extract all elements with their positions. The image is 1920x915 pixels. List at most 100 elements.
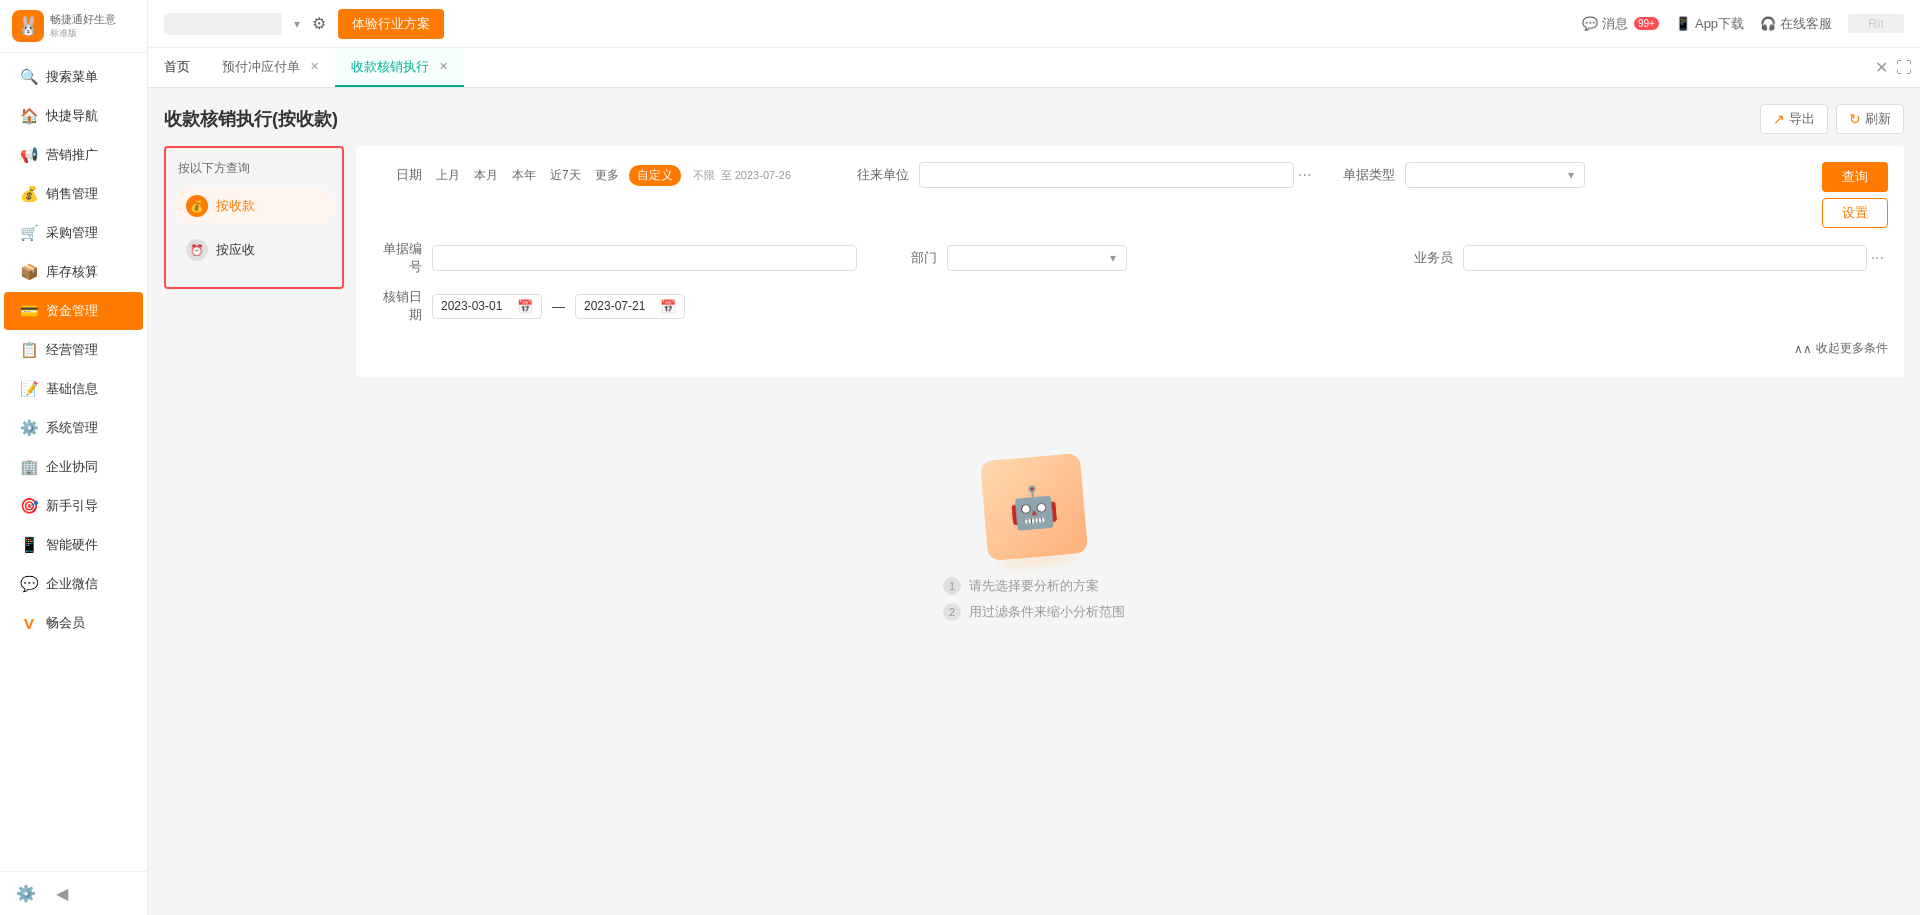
sidebar-item-vip[interactable]: V 畅会员 xyxy=(4,604,143,642)
service-icon: 🎧 xyxy=(1760,16,1776,31)
collapse-label: 收起更多条件 xyxy=(1816,340,1888,357)
dept-dropdown-icon: ▾ xyxy=(1110,251,1116,265)
topbar-dropdown-icon[interactable]: ▾ xyxy=(294,17,300,31)
online-service-button[interactable]: 🎧 在线客服 xyxy=(1760,15,1832,33)
refresh-button[interactable]: ↻ 刷新 xyxy=(1836,104,1904,134)
app-download-label: App下载 xyxy=(1695,15,1744,33)
collapse-sidebar-icon[interactable]: ◀ xyxy=(56,884,68,903)
receipt-option-icon: 💰 xyxy=(186,195,208,217)
logo-text-block: 畅捷通好生意 标准版 xyxy=(50,12,116,39)
topbar-gear-icon[interactable]: ⚙ xyxy=(312,14,326,33)
app-download-button[interactable]: 📱 App下载 xyxy=(1675,15,1744,33)
message-icon: 💬 xyxy=(1582,16,1598,31)
calendar-start-icon: 📅 xyxy=(517,299,533,314)
tab-writeoff-close-icon[interactable]: ✕ xyxy=(439,60,448,73)
empty-tip-1: 1 请先选择要分析的方案 xyxy=(943,577,1125,595)
sidebar-item-inventory[interactable]: 📦 库存核算 xyxy=(4,253,143,291)
user-avatar[interactable]: Rit xyxy=(1848,14,1904,33)
tab-writeoff[interactable]: 收款核销执行 ✕ xyxy=(335,48,464,87)
export-button[interactable]: ↗ 导出 xyxy=(1760,104,1828,134)
message-button[interactable]: 💬 消息 99+ xyxy=(1582,15,1659,33)
tip-num-2: 2 xyxy=(943,603,961,621)
topbar-search-placeholder xyxy=(164,13,282,35)
empty-tip-2-text: 用过滤条件来缩小分析范围 xyxy=(969,603,1125,621)
date-last-month[interactable]: 上月 xyxy=(432,165,464,186)
topbar: ▾ ⚙ 体验行业方案 💬 消息 99+ 📱 App下载 🎧 在线客服 Rit xyxy=(148,0,1920,48)
counterpart-dots-icon[interactable]: ··· xyxy=(1294,166,1315,184)
sidebar-item-label: 资金管理 xyxy=(46,302,98,320)
collapse-more-conditions-button[interactable]: ∧∧ 收起更多条件 xyxy=(372,336,1888,361)
empty-illustration: 🤖 xyxy=(980,453,1088,561)
logo-icon: 🐰 xyxy=(12,10,44,42)
query-button[interactable]: 查询 xyxy=(1822,162,1888,192)
sidebar-item-system[interactable]: ⚙️ 系统管理 xyxy=(4,409,143,447)
salesperson-input[interactable] xyxy=(1463,245,1867,271)
industry-solution-button[interactable]: 体验行业方案 xyxy=(338,9,444,39)
tab-prepay-label: 预付冲应付单 xyxy=(222,58,300,76)
finance-icon: 💳 xyxy=(20,302,38,320)
filter-option-by-receivable[interactable]: ⏰ 按应收 xyxy=(174,231,334,269)
inventory-icon: 📦 xyxy=(20,263,38,281)
sidebar-item-label: 智能硬件 xyxy=(46,536,98,554)
filter-area: 按以下方查询 💰 按收款 ⏰ 按应收 日期 xyxy=(164,146,1904,377)
basic-icon: 📝 xyxy=(20,380,38,398)
tab-home[interactable]: 首页 xyxy=(148,48,206,87)
user-name: Rit xyxy=(1868,16,1884,31)
counterpart-input[interactable] xyxy=(919,162,1294,188)
sidebar-item-hardware[interactable]: 📱 智能硬件 xyxy=(4,526,143,564)
sidebar-bottom: ⚙️ ◀ xyxy=(0,871,147,915)
filter-option-receivable-label: 按应收 xyxy=(216,241,255,259)
dept-select[interactable]: ▾ xyxy=(947,245,1127,271)
sidebar-item-quicknav[interactable]: 🏠 快捷导航 xyxy=(4,97,143,135)
date-more[interactable]: 更多 xyxy=(591,165,623,186)
home-icon: 🏠 xyxy=(20,107,38,125)
sidebar-item-label: 采购管理 xyxy=(46,224,98,242)
settings-bottom-icon[interactable]: ⚙️ xyxy=(16,884,36,903)
sidebar-item-operations[interactable]: 📋 经营管理 xyxy=(4,331,143,369)
tab-prepay-close-icon[interactable]: ✕ xyxy=(310,60,319,73)
date-7-days[interactable]: 近7天 xyxy=(546,165,585,186)
tip-num-1: 1 xyxy=(943,577,961,595)
writeoff-date-start-picker[interactable]: 2023-03-01 📅 xyxy=(432,294,542,319)
date-custom[interactable]: 自定义 xyxy=(629,165,681,186)
salesperson-dots-icon[interactable]: ··· xyxy=(1867,249,1888,267)
message-badge: 99+ xyxy=(1634,17,1659,30)
sidebar-item-guide[interactable]: 🎯 新手引导 xyxy=(4,487,143,525)
sidebar-item-label: 企业协同 xyxy=(46,458,98,476)
sidebar-item-search[interactable]: 🔍 搜索菜单 xyxy=(4,58,143,96)
salesperson-label: 业务员 xyxy=(1383,249,1453,267)
maximize-icon[interactable]: ⛶ xyxy=(1896,59,1912,77)
sidebar-item-enterprise[interactable]: 🏢 企业协同 xyxy=(4,448,143,486)
bill-type-select[interactable]: ▾ xyxy=(1405,162,1585,188)
sidebar-item-basic[interactable]: 📝 基础信息 xyxy=(4,370,143,408)
sidebar-item-label: 搜索菜单 xyxy=(46,68,98,86)
sales-icon: 💰 xyxy=(20,185,38,203)
date-range-separator: — xyxy=(552,299,565,314)
receivable-option-icon: ⏰ xyxy=(186,239,208,261)
sidebar-item-label: 库存核算 xyxy=(46,263,98,281)
sidebar-item-label: 销售管理 xyxy=(46,185,98,203)
settings-button[interactable]: 设置 xyxy=(1822,198,1888,228)
sidebar-item-purchase[interactable]: 🛒 采购管理 xyxy=(4,214,143,252)
tab-writeoff-label: 收款核销执行 xyxy=(351,58,429,76)
enterprise-icon: 🏢 xyxy=(20,458,38,476)
sidebar-item-marketing[interactable]: 📢 营销推广 xyxy=(4,136,143,174)
filter-option-by-receipt[interactable]: 💰 按收款 xyxy=(174,187,334,225)
sidebar-item-label: 营销推广 xyxy=(46,146,98,164)
sidebar-item-sales[interactable]: 💰 销售管理 xyxy=(4,175,143,213)
date-this-year[interactable]: 本年 xyxy=(508,165,540,186)
sidebar-item-wechat[interactable]: 💬 企业微信 xyxy=(4,565,143,603)
sidebar-item-finance[interactable]: 💳 资金管理 xyxy=(4,292,143,330)
writeoff-date-end-picker[interactable]: 2023-07-21 📅 xyxy=(575,294,685,319)
close-all-tabs-icon[interactable]: ✕ xyxy=(1875,58,1888,77)
app-name: 畅捷通好生意 xyxy=(50,12,116,26)
phone-icon: 📱 xyxy=(1675,16,1691,31)
vip-icon: V xyxy=(20,615,38,632)
message-label: 消息 xyxy=(1602,15,1628,33)
date-this-month[interactable]: 本月 xyxy=(470,165,502,186)
page-actions: ↗ 导出 ↻ 刷新 xyxy=(1760,104,1904,134)
sidebar-item-label: 新手引导 xyxy=(46,497,98,515)
system-icon: ⚙️ xyxy=(20,419,38,437)
tab-prepay[interactable]: 预付冲应付单 ✕ xyxy=(206,48,335,87)
bill-no-input[interactable] xyxy=(432,245,857,271)
